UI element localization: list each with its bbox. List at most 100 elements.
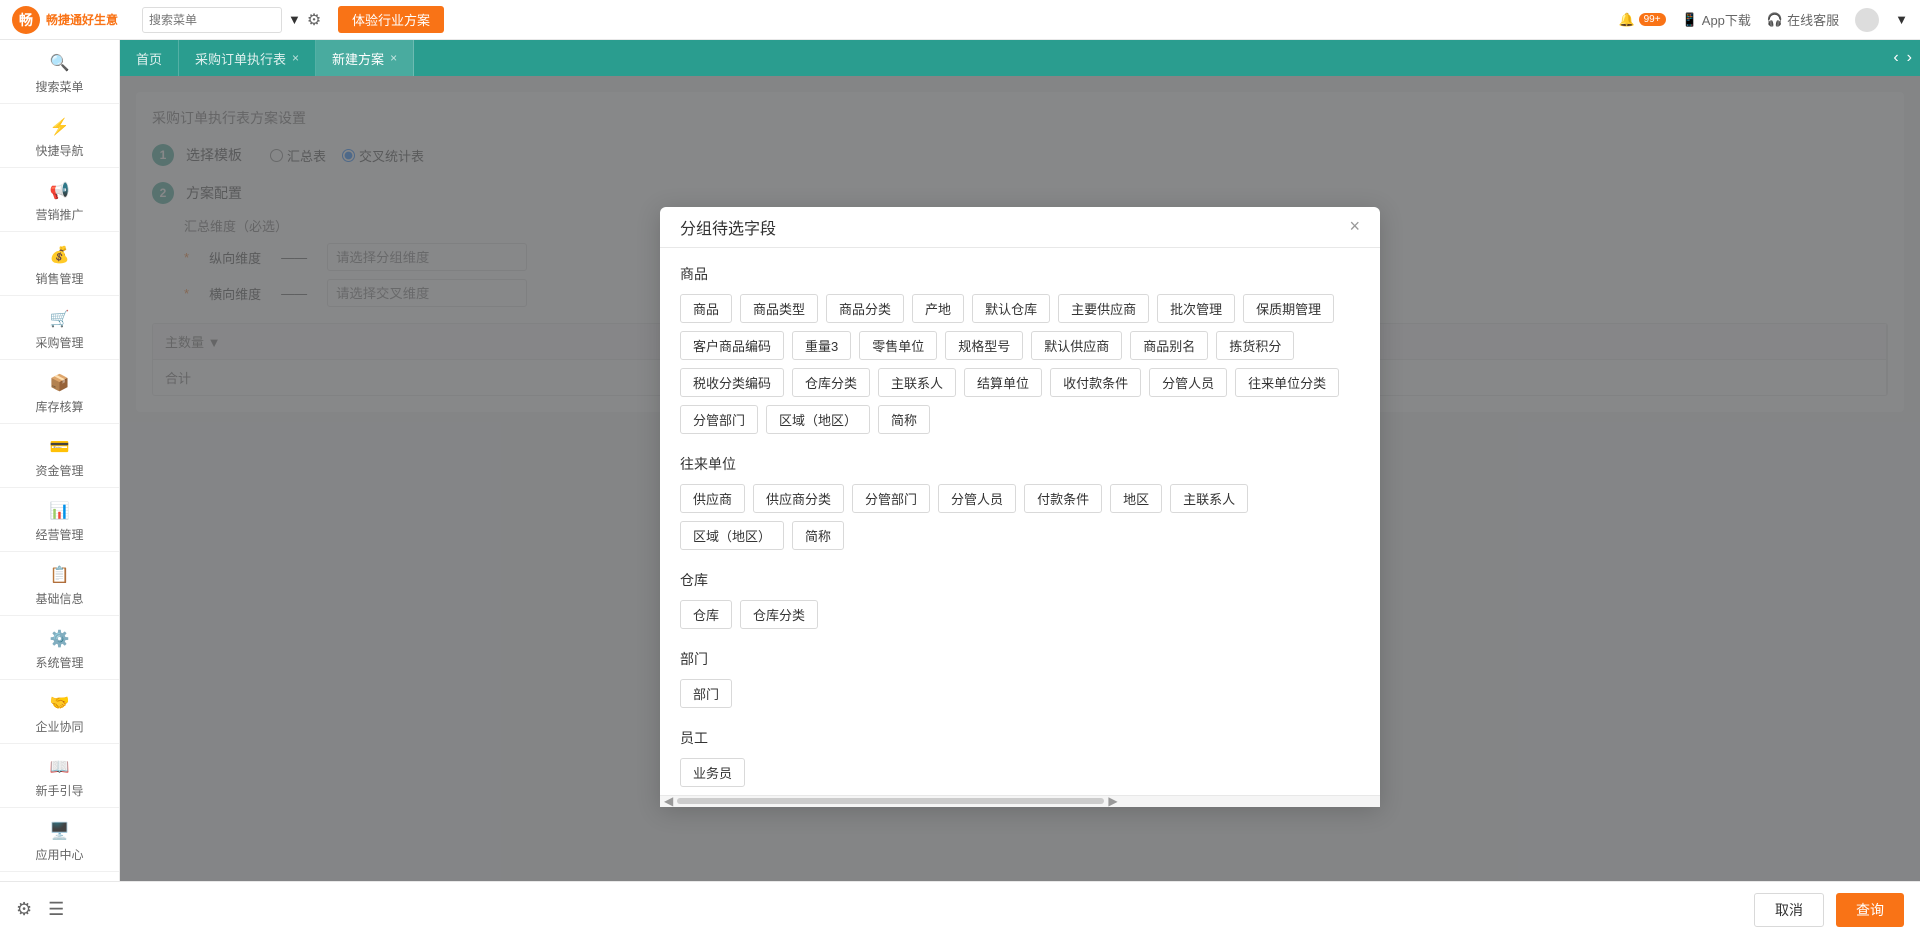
system-icon: ⚙️ [49, 628, 71, 650]
tag-supplier-category[interactable]: 供应商分类 [753, 484, 844, 513]
tag-warehouse-category[interactable]: 仓库分类 [792, 368, 870, 397]
sidebar-item-operations[interactable]: 📊 经营管理 [0, 488, 119, 552]
app-download-btn[interactable]: 📱 App下载 [1682, 10, 1751, 29]
section-dept-title: 部门 [680, 649, 1360, 669]
section-staff: 员工 业务员 [680, 728, 1360, 787]
tab-new-scheme-close[interactable]: × [390, 51, 397, 65]
dropdown-icon[interactable]: ▼ [288, 12, 301, 27]
tag-region-goods[interactable]: 区域（地区） [766, 405, 870, 434]
tab-next-btn[interactable]: › [1907, 49, 1912, 67]
quicknav-icon: ⚡ [49, 116, 71, 138]
confirm-btn[interactable]: 查询 [1836, 893, 1904, 927]
app-download-label: App下载 [1702, 10, 1751, 29]
sidebar-label-operations: 经营管理 [35, 526, 83, 543]
tag-spec-model[interactable]: 规格型号 [945, 331, 1023, 360]
sidebar-item-marketing[interactable]: 📢 营销推广 [0, 168, 119, 232]
tag-dept[interactable]: 分管部门 [680, 405, 758, 434]
tag-supervisor-partner[interactable]: 分管人员 [938, 484, 1016, 513]
sidebar-item-finance[interactable]: 💳 资金管理 [0, 424, 119, 488]
headset-icon: 🎧 [1767, 12, 1783, 28]
tag-supplier[interactable]: 供应商 [680, 484, 745, 513]
cancel-btn[interactable]: 取消 [1754, 893, 1824, 927]
settings-icon[interactable]: ⚙ [307, 10, 321, 30]
menu-bottom-btn[interactable]: ☰ [48, 899, 64, 920]
tag-default-supplier[interactable]: 默认供应商 [1031, 331, 1122, 360]
notification-badge: 99+ [1639, 13, 1666, 26]
sidebar-item-collab[interactable]: 🤝 企业协同 [0, 680, 119, 744]
tag-default-warehouse[interactable]: 默认仓库 [972, 294, 1050, 323]
tab-home[interactable]: 首页 [120, 40, 179, 76]
tag-batch-mgmt[interactable]: 批次管理 [1157, 294, 1235, 323]
tag-tax-code[interactable]: 税收分类编码 [680, 368, 784, 397]
warehouse-tags: 仓库 仓库分类 [680, 600, 1360, 629]
header-search-area: ▼ ⚙ [142, 7, 322, 33]
tag-supervisor[interactable]: 分管人员 [1149, 368, 1227, 397]
sidebar-item-guide[interactable]: 📖 新手引导 [0, 744, 119, 808]
tag-customer-code[interactable]: 客户商品编码 [680, 331, 784, 360]
tag-weight[interactable]: 重量3 [792, 331, 851, 360]
notification-btn[interactable]: 🔔 99+ [1618, 12, 1665, 28]
tag-main-supplier[interactable]: 主要供应商 [1058, 294, 1149, 323]
tab-prev-btn[interactable]: ‹ [1893, 49, 1898, 67]
tag-payment-cond[interactable]: 付款条件 [1024, 484, 1102, 513]
tag-shelf-life[interactable]: 保质期管理 [1243, 294, 1334, 323]
partner-tags: 供应商 供应商分类 分管部门 分管人员 付款条件 地区 主联系人 区域（地区） … [680, 484, 1360, 550]
sidebar-item-base[interactable]: 📋 基础信息 [0, 552, 119, 616]
tag-payment-terms[interactable]: 收付款条件 [1050, 368, 1141, 397]
tag-main-contact-partner[interactable]: 主联系人 [1170, 484, 1248, 513]
bottom-right: 取消 查询 [1754, 893, 1904, 927]
tag-department[interactable]: 部门 [680, 679, 732, 708]
avatar[interactable] [1855, 8, 1879, 32]
modal-hscroll[interactable]: ◀ ▶ [660, 795, 1380, 807]
sidebar-label-apps: 应用中心 [35, 846, 83, 863]
tab-purchase-close[interactable]: × [292, 51, 299, 65]
hscroll-left-arrow[interactable]: ◀ [664, 794, 673, 808]
tag-salesperson[interactable]: 业务员 [680, 758, 745, 787]
tag-goods[interactable]: 商品 [680, 294, 732, 323]
tag-settlement-unit[interactable]: 结算单位 [964, 368, 1042, 397]
tag-short-name-partner[interactable]: 简称 [792, 521, 844, 550]
tag-main-contact[interactable]: 主联系人 [878, 368, 956, 397]
tag-partner-category[interactable]: 往来单位分类 [1235, 368, 1339, 397]
experience-btn[interactable]: 体验行业方案 [338, 6, 444, 33]
goods-tags: 商品 商品类型 商品分类 产地 默认仓库 主要供应商 批次管理 保质期管理 客户… [680, 294, 1360, 434]
user-menu-icon[interactable]: ▼ [1895, 12, 1908, 27]
online-service-label: 在线客服 [1787, 10, 1839, 29]
sidebar-item-inventory[interactable]: 📦 库存核算 [0, 360, 119, 424]
hscroll-right-arrow[interactable]: ▶ [1108, 794, 1117, 808]
sidebar-label-system: 系统管理 [35, 654, 83, 671]
modal-body: 商品 商品 商品类型 商品分类 产地 默认仓库 主要供应商 批次管理 保质期管理… [660, 248, 1380, 794]
tag-goods-category[interactable]: 商品分类 [826, 294, 904, 323]
settings-bottom-btn[interactable]: ⚙ [16, 899, 32, 920]
modal-close-btn[interactable]: × [1349, 216, 1360, 237]
hscroll-bar[interactable] [677, 798, 1104, 804]
tag-origin[interactable]: 产地 [912, 294, 964, 323]
tag-short-name-goods[interactable]: 简称 [878, 405, 930, 434]
tab-bar: 首页 采购订单执行表 × 新建方案 × ‹ › [120, 40, 1920, 76]
tag-retail-unit[interactable]: 零售单位 [859, 331, 937, 360]
sidebar-item-purchase[interactable]: 🛒 采购管理 [0, 296, 119, 360]
sidebar-label-marketing: 营销推广 [35, 206, 83, 223]
online-service-btn[interactable]: 🎧 在线客服 [1767, 10, 1839, 29]
search-input[interactable] [142, 7, 282, 33]
tab-new-scheme[interactable]: 新建方案 × [316, 40, 414, 76]
guide-icon: 📖 [49, 756, 71, 778]
tab-purchase-list[interactable]: 采购订单执行表 × [179, 40, 316, 76]
sidebar-item-apps[interactable]: 🖥️ 应用中心 [0, 808, 119, 872]
tag-area[interactable]: 地区 [1110, 484, 1162, 513]
sidebar-item-system[interactable]: ⚙️ 系统管理 [0, 616, 119, 680]
sidebar-item-search[interactable]: 🔍 搜索菜单 [0, 40, 119, 104]
tag-goods-alias[interactable]: 商品别名 [1130, 331, 1208, 360]
search-icon: 🔍 [49, 52, 71, 74]
download-icon: 📱 [1682, 12, 1698, 28]
tag-goods-type[interactable]: 商品类型 [740, 294, 818, 323]
tag-warehouse[interactable]: 仓库 [680, 600, 732, 629]
tag-pick-points[interactable]: 拣货积分 [1216, 331, 1294, 360]
tag-region-partner[interactable]: 区域（地区） [680, 521, 784, 550]
tag-dept-partner[interactable]: 分管部门 [852, 484, 930, 513]
sidebar-label-purchase: 采购管理 [35, 334, 83, 351]
bottom-toolbar: ⚙ ☰ 取消 查询 [0, 881, 1920, 937]
sidebar-item-sales[interactable]: 💰 销售管理 [0, 232, 119, 296]
tag-warehouse-cat[interactable]: 仓库分类 [740, 600, 818, 629]
sidebar-item-quicknav[interactable]: ⚡ 快捷导航 [0, 104, 119, 168]
